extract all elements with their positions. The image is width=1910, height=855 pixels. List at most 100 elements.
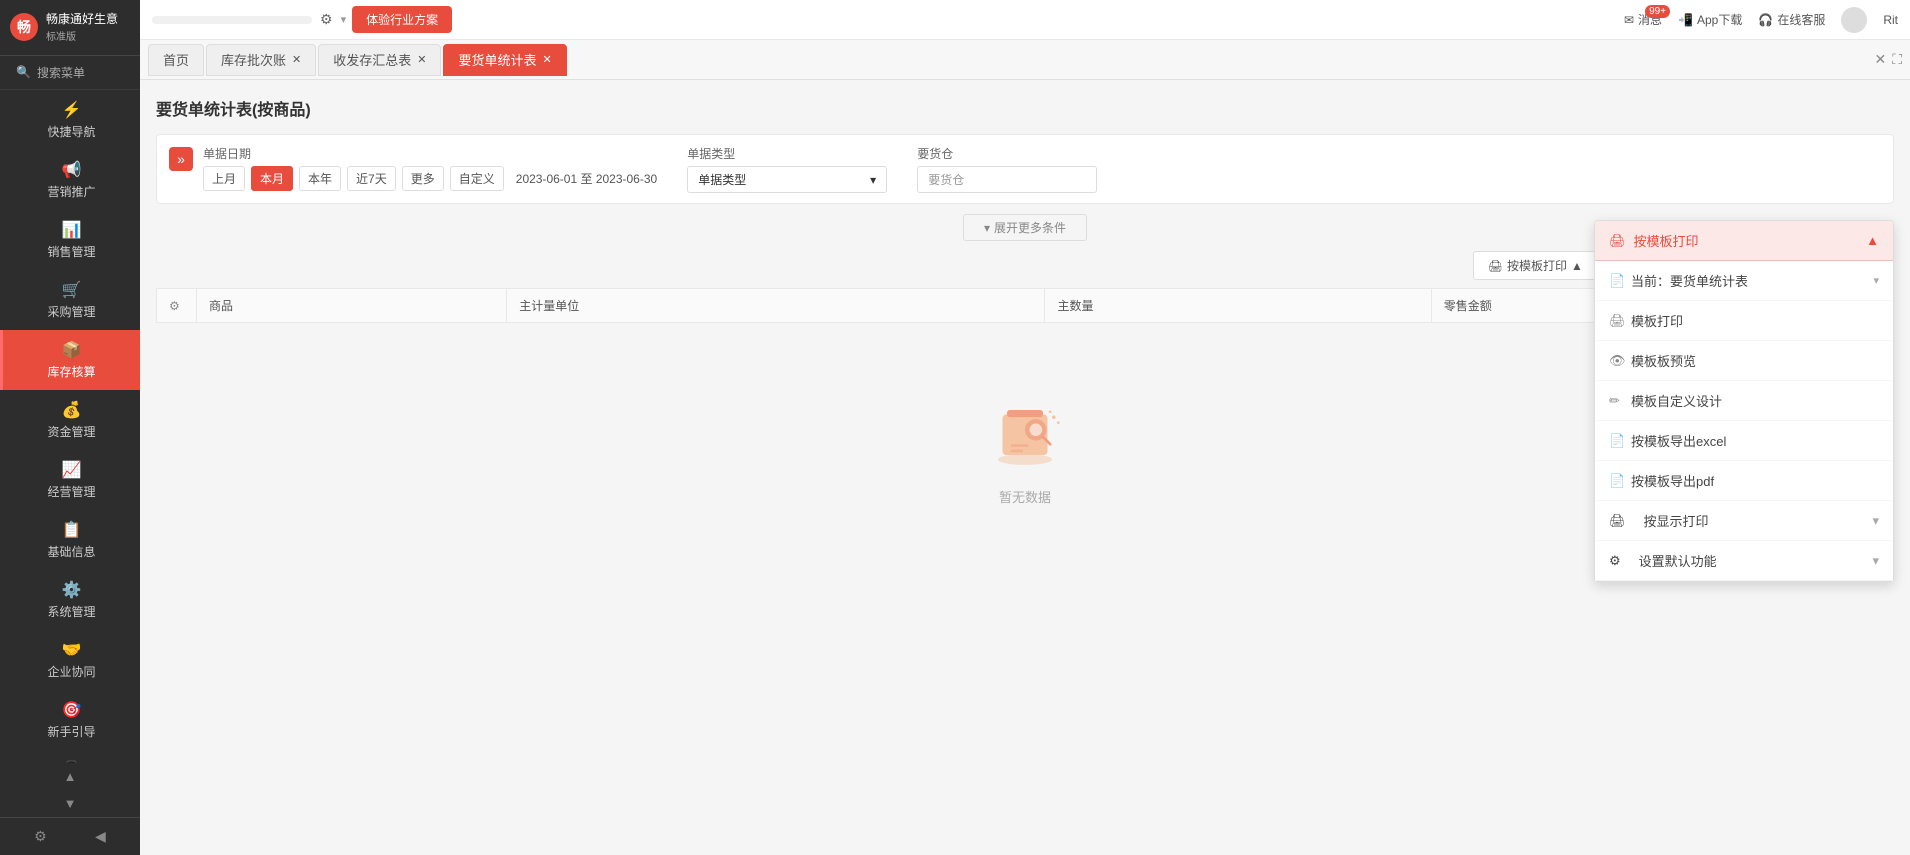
dropdown-display-print[interactable]: 🖨 按显示打印 ▾ bbox=[1595, 501, 1893, 541]
sidebar-item-inventory[interactable]: 📦 库存核算 bbox=[0, 330, 140, 390]
trial-btn[interactable]: 体验行业方案 bbox=[352, 6, 452, 33]
tab-receipt-summary-label: 收发存汇总表 bbox=[333, 50, 411, 69]
tab-inventory-batch[interactable]: 库存批次账 ✕ bbox=[206, 44, 316, 76]
empty-illustration bbox=[980, 383, 1070, 473]
dropdown-template-pdf[interactable]: 📄 按模板导出pdf bbox=[1595, 461, 1893, 501]
tab-home-label: 首页 bbox=[163, 50, 189, 69]
topbar-search[interactable] bbox=[152, 16, 312, 24]
messages-badge: 99+ bbox=[1645, 5, 1670, 18]
sidebar-item-basic[interactable]: 📋 基础信息 bbox=[0, 510, 140, 570]
sidebar-item-label: 系统管理 bbox=[47, 603, 95, 620]
tab-inventory-batch-close[interactable]: ✕ bbox=[292, 53, 301, 66]
date-btn-last-7[interactable]: 近7天 bbox=[347, 166, 396, 191]
filter-expand-btn[interactable]: » bbox=[169, 147, 193, 171]
marketing-icon: 📢 bbox=[62, 160, 82, 180]
sidebar-item-finance[interactable]: 💰 资金管理 bbox=[0, 390, 140, 450]
username: Rit bbox=[1883, 13, 1898, 27]
sidebar-item-system[interactable]: ⚙️ 系统管理 bbox=[0, 570, 140, 630]
col-unit: 主计量单位 bbox=[507, 289, 1045, 323]
current-expand-icon: ▾ bbox=[1873, 274, 1879, 287]
tab-order-stats[interactable]: 要货单统计表 ✕ bbox=[443, 44, 566, 76]
sidebar-nav: ⚡ 快捷导航 📢 营销推广 📊 销售管理 🛒 采购管理 📦 库存核算 💰 资金管… bbox=[0, 90, 140, 763]
topbar-right: ✉ 消息 99+ 📲 App下载 🎧 在线客服 Rit bbox=[1624, 7, 1898, 33]
dropdown-close-icon[interactable]: ▲ bbox=[1866, 233, 1879, 248]
message-icon: ✉ bbox=[1624, 13, 1634, 27]
sidebar-item-marketing[interactable]: 📢 营销推广 bbox=[0, 150, 140, 210]
template-icon: 📄 bbox=[1609, 273, 1625, 289]
tab-close-icon[interactable]: ✕ bbox=[1874, 51, 1886, 68]
tab-order-stats-close[interactable]: ✕ bbox=[543, 53, 552, 66]
date-row: 上月 本月 本年 近7天 更多 自定义 2023-06-01 至 2023-06… bbox=[203, 166, 657, 191]
logo-icon: 畅 bbox=[10, 13, 38, 41]
quick-nav-icon: ⚡ bbox=[62, 100, 82, 120]
display-print-expand-icon: ▾ bbox=[1872, 513, 1879, 529]
sidebar-item-purchase[interactable]: 🛒 采购管理 bbox=[0, 270, 140, 330]
date-btn-more[interactable]: 更多 bbox=[402, 166, 444, 191]
tab-inventory-batch-label: 库存批次账 bbox=[221, 50, 286, 69]
purchase-icon: 🛒 bbox=[62, 280, 82, 300]
inventory-icon: 📦 bbox=[62, 340, 82, 360]
sidebar-search-label: 搜索菜单 bbox=[37, 64, 85, 81]
sidebar-item-label: 企业协同 bbox=[47, 663, 95, 680]
date-btn-custom[interactable]: 自定义 bbox=[450, 166, 504, 191]
tab-receipt-summary-close[interactable]: ✕ bbox=[417, 53, 426, 66]
filter-bar: » 单据日期 上月 本月 本年 近7天 更多 自定义 2023-06-01 至 … bbox=[156, 134, 1894, 204]
sidebar-item-appstore[interactable]: 📱 应用中心 bbox=[0, 750, 140, 763]
sidebar-item-quick-nav[interactable]: ⚡ 快捷导航 bbox=[0, 90, 140, 150]
content-area: 要货单统计表(按商品) » 单据日期 上月 本月 本年 近7天 更多 自定义 2… bbox=[140, 80, 1910, 855]
expand-more-btn[interactable]: ▾ 展开更多条件 bbox=[963, 214, 1087, 241]
app-name: 畅康通好生意 bbox=[46, 12, 118, 28]
messages-group[interactable]: ✉ 消息 99+ bbox=[1624, 11, 1662, 28]
sidebar-settings-btn[interactable]: ⚙ bbox=[34, 828, 47, 845]
sidebar-item-label: 基础信息 bbox=[47, 543, 95, 560]
dropdown-template-design[interactable]: ✏ 模板自定义设计 bbox=[1595, 381, 1893, 421]
settings-icon[interactable]: ⚙ bbox=[169, 299, 180, 313]
dropdown-current-template[interactable]: 📄 当前：要货单统计表 ▾ bbox=[1595, 261, 1893, 301]
sidebar-item-label: 采购管理 bbox=[47, 303, 95, 320]
sidebar-collapse-btn[interactable]: ◀ bbox=[95, 828, 106, 845]
sidebar-item-label: 库存核算 bbox=[47, 363, 95, 380]
collab-icon: 🤝 bbox=[62, 640, 82, 660]
sidebar-footer: ⚙ ◀ bbox=[0, 817, 140, 855]
date-btn-last-month[interactable]: 上月 bbox=[203, 166, 245, 191]
template-design-label: 模板自定义设计 bbox=[1631, 391, 1722, 410]
set-default-icon: ⚙ bbox=[1609, 553, 1621, 569]
tab-expand-icon[interactable]: ⛶ bbox=[1892, 51, 1902, 68]
template-excel-icon: 📄 bbox=[1609, 433, 1625, 449]
sidebar-item-operation[interactable]: 📈 经营管理 bbox=[0, 450, 140, 510]
sidebar-item-label: 新手引导 bbox=[47, 723, 95, 740]
template-design-icon: ✏ bbox=[1609, 393, 1620, 409]
date-btn-this-month[interactable]: 本月 bbox=[251, 166, 293, 191]
type-chevron-icon: ▾ bbox=[870, 173, 876, 187]
tab-home[interactable]: 首页 bbox=[148, 44, 204, 76]
sidebar-item-sales[interactable]: 📊 销售管理 bbox=[0, 210, 140, 270]
sidebar-item-label: 资金管理 bbox=[47, 423, 95, 440]
expand-more-label: 展开更多条件 bbox=[994, 219, 1066, 236]
sidebar-logo: 畅 畅康通好生意 标准版 bbox=[0, 0, 140, 56]
sidebar-scroll-down[interactable]: ▼ bbox=[0, 790, 140, 817]
sidebar: 畅 畅康通好生意 标准版 🔍 搜索菜单 ⚡ 快捷导航 📢 营销推广 📊 销售管理… bbox=[0, 0, 140, 855]
type-label: 单据类型 bbox=[687, 145, 887, 162]
col-settings[interactable]: ⚙ bbox=[157, 289, 197, 323]
topbar-gear-icon[interactable]: ⚙ bbox=[320, 11, 333, 28]
service-icon: 🎧 bbox=[1758, 13, 1773, 27]
online-service-group[interactable]: 🎧 在线客服 bbox=[1758, 11, 1825, 28]
dropdown-template-print[interactable]: 🖨 模板打印 bbox=[1595, 301, 1893, 341]
date-btn-this-year[interactable]: 本年 bbox=[299, 166, 341, 191]
tab-receipt-summary[interactable]: 收发存汇总表 ✕ bbox=[318, 44, 441, 76]
type-dropdown[interactable]: 单据类型 ▾ bbox=[687, 166, 887, 193]
print-btn[interactable]: 🖨 按模板打印 ▲ bbox=[1473, 251, 1598, 280]
template-preview-icon: 👁 bbox=[1609, 353, 1626, 369]
sidebar-item-newbie[interactable]: 🎯 新手引导 bbox=[0, 690, 140, 750]
sales-icon: 📊 bbox=[62, 220, 82, 240]
sidebar-search[interactable]: 🔍 搜索菜单 bbox=[0, 56, 140, 90]
avatar[interactable] bbox=[1841, 7, 1867, 33]
goods-input[interactable]: 要货仓 bbox=[917, 166, 1097, 193]
sidebar-item-collab[interactable]: 🤝 企业协同 bbox=[0, 630, 140, 690]
sidebar-scroll-up[interactable]: ▲ bbox=[0, 763, 140, 790]
dropdown-set-default[interactable]: ⚙ 设置默认功能 ▾ bbox=[1595, 541, 1893, 581]
app-download-group[interactable]: 📲 App下载 bbox=[1678, 11, 1742, 28]
download-icon: 📲 bbox=[1678, 13, 1693, 27]
dropdown-template-preview[interactable]: 👁 模板板预览 bbox=[1595, 341, 1893, 381]
dropdown-template-excel[interactable]: 📄 按模板导出excel bbox=[1595, 421, 1893, 461]
